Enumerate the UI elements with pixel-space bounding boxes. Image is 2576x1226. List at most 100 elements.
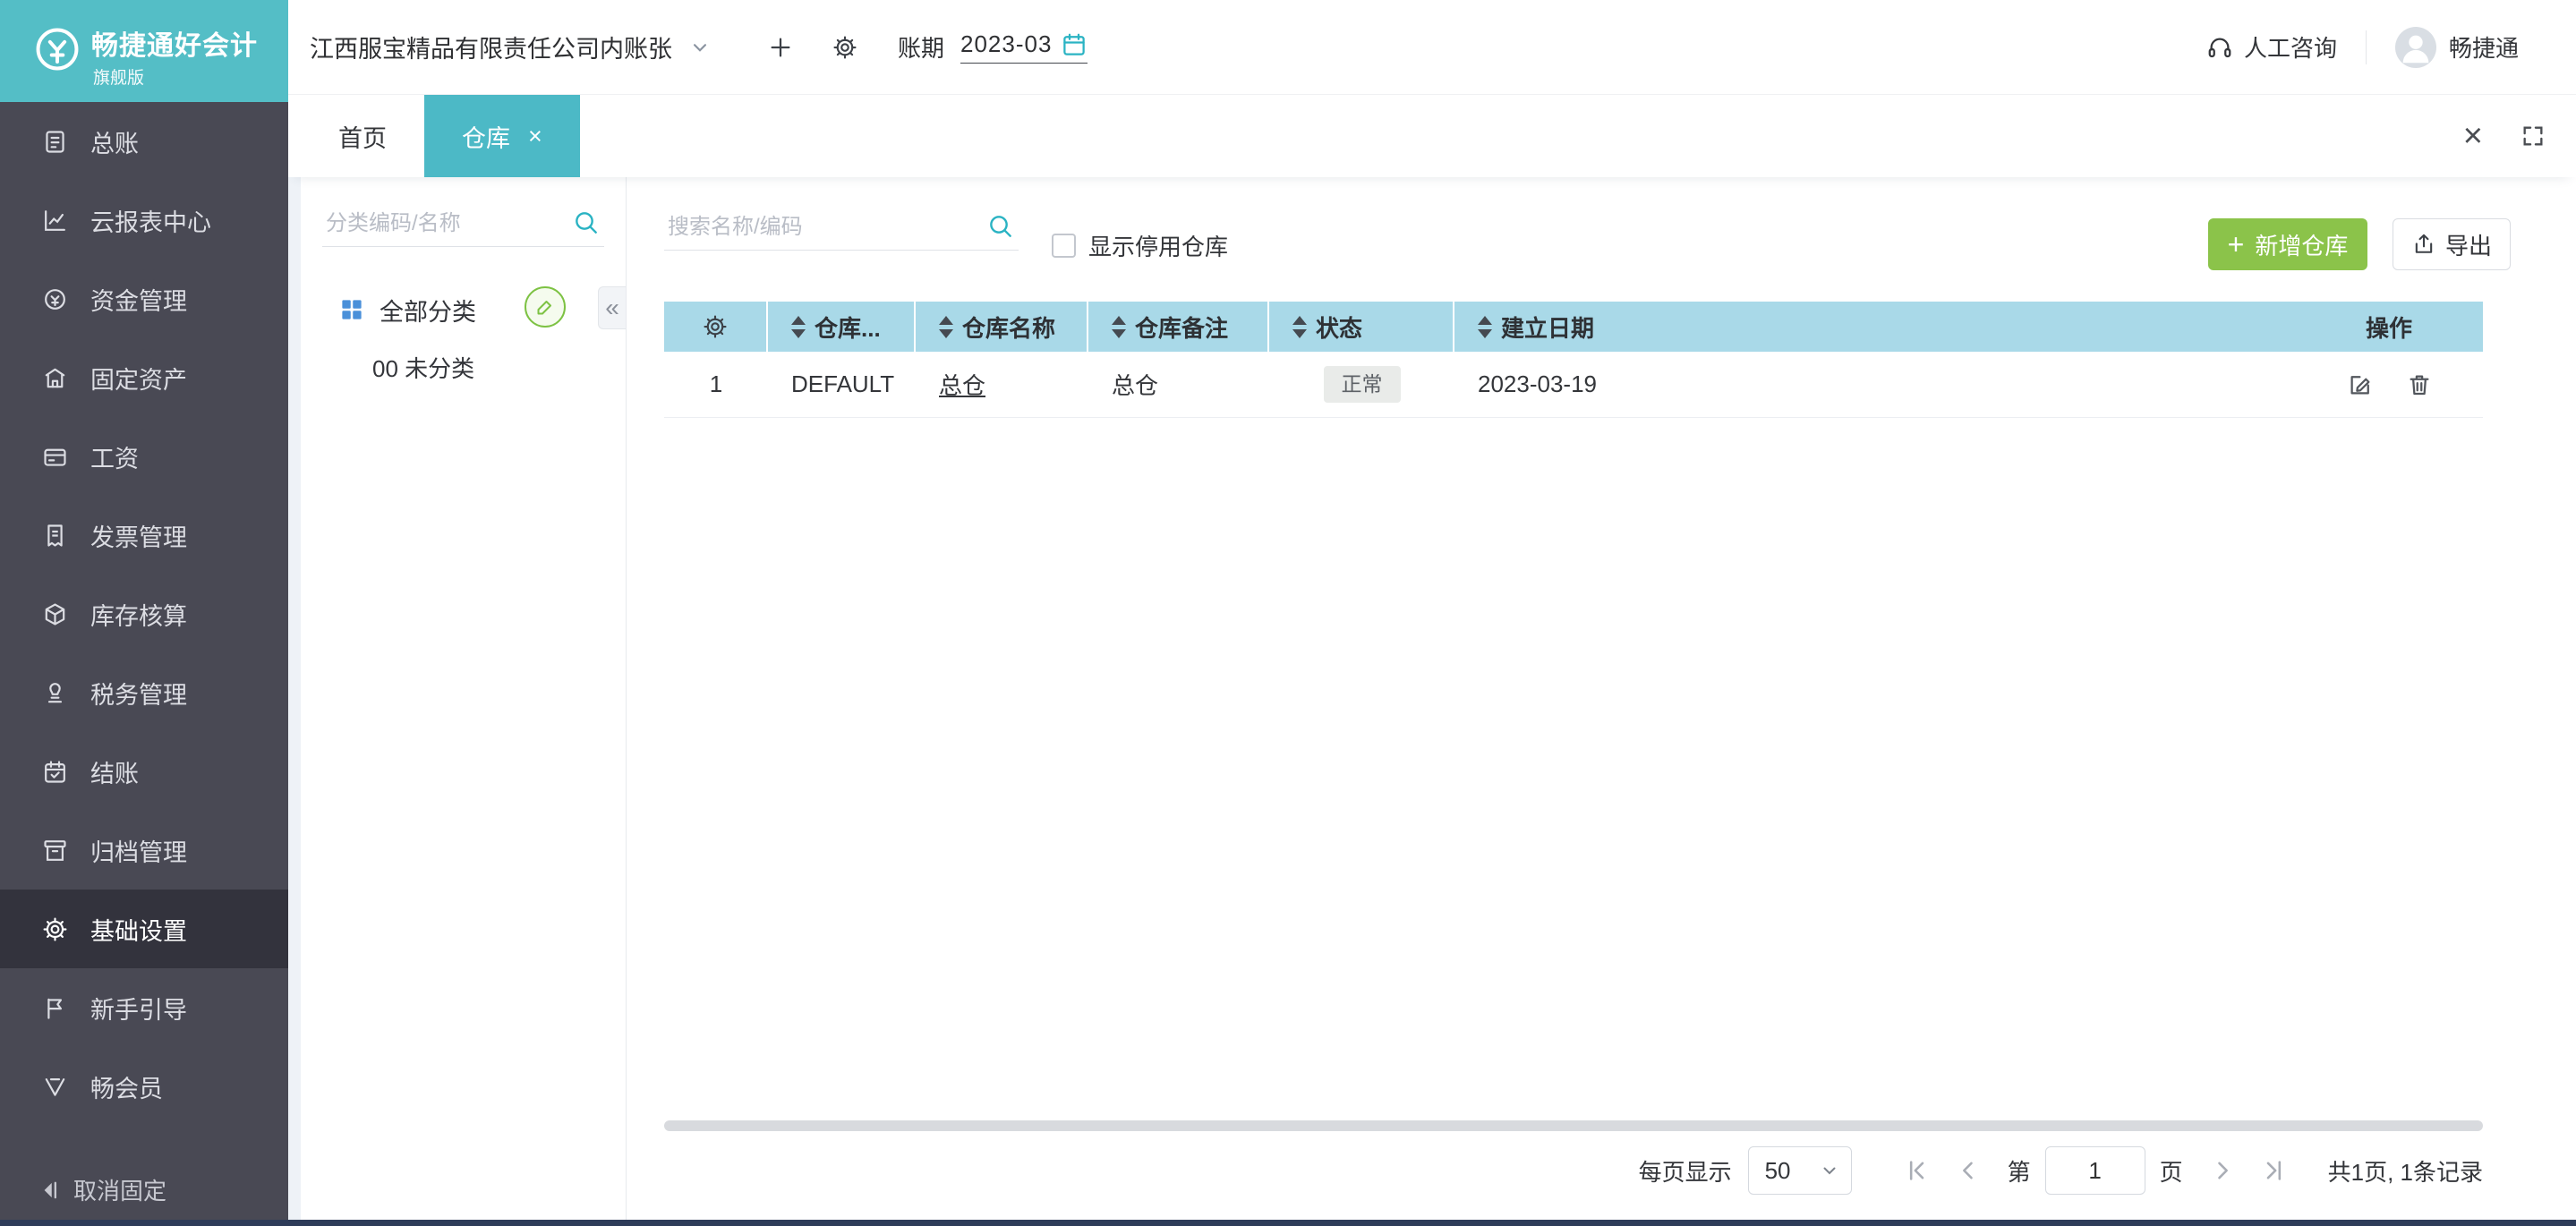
export-button[interactable]: 导出 (2393, 218, 2512, 270)
account-settings-button[interactable] (832, 34, 858, 61)
pagination: 每页显示 50 第 页 (664, 1145, 2483, 1196)
sort-icon[interactable] (939, 315, 953, 338)
last-page-button[interactable] (2262, 1158, 2287, 1183)
next-page-button[interactable] (2210, 1158, 2235, 1183)
edit-categories-button[interactable] (525, 286, 566, 328)
sidebar-item-beginner-guide[interactable]: 新手引导 (0, 968, 288, 1047)
category-search-input[interactable] (322, 200, 604, 246)
view-controls: × (2463, 95, 2546, 177)
chevron-down-icon (1823, 1167, 1836, 1175)
sidebar-item-cloud-reports[interactable]: 云报表中心 (0, 181, 288, 260)
support-button[interactable]: 人工咨询 (2206, 30, 2337, 64)
search-icon[interactable] (986, 212, 1015, 241)
sidebar-item-label: 新手引导 (90, 996, 187, 1024)
gear-icon (704, 315, 727, 338)
period-label: 账期 (898, 35, 945, 62)
sidebar-nav: 总账 云报表中心 资金管理 固定资产 工资 发票管理 库存核算 税务管理 结账 … (0, 102, 288, 1126)
status-badge: 正常 (1323, 366, 1401, 403)
first-page-button[interactable] (1904, 1158, 1929, 1183)
collapse-panel-button[interactable]: « (598, 286, 626, 329)
record-summary: 共1页, 1条记录 (2327, 1158, 2483, 1186)
header-label: 仓库... (815, 314, 881, 342)
stamp-icon (47, 682, 63, 702)
topbar: 江西服宝精品有限责任公司内账张 账期 2023-03 人工咨询 畅捷通 (288, 0, 2576, 95)
sidebar-item-invoices[interactable]: 发票管理 (0, 496, 288, 575)
chevron-down-icon (693, 43, 707, 52)
header-created-date[interactable]: 建立日期 (1454, 302, 2295, 352)
warehouse-table: 仓库... 仓库名称 仓库备注 状态 建立日期 操作 1 DEFAULT 总仓 … (664, 302, 2483, 418)
sidebar-item-basic-settings[interactable]: 基础设置 (0, 890, 288, 968)
tab-warehouse[interactable]: 仓库 × (424, 95, 580, 177)
period-selector[interactable]: 2023-03 (960, 30, 1088, 64)
header-warehouse-note[interactable]: 仓库备注 (1088, 302, 1269, 352)
horizontal-scrollbar[interactable] (664, 1120, 2483, 1131)
sidebar-item-tax[interactable]: 税务管理 (0, 653, 288, 732)
sidebar-item-label: 归档管理 (90, 839, 187, 866)
close-view-icon[interactable]: × (2463, 119, 2483, 153)
tab-label: 仓库 (462, 124, 510, 152)
v-member-icon (45, 1077, 65, 1096)
header-warehouse-name[interactable]: 仓库名称 (916, 302, 1088, 352)
category-panel: 全部分类 « 00 未分类 (301, 177, 627, 1226)
sidebar-item-payroll[interactable]: 工资 (0, 417, 288, 496)
tab-bar: 首页 仓库 × × (288, 95, 2576, 177)
sidebar-item-inventory[interactable]: 库存核算 (0, 575, 288, 653)
tab-close-icon[interactable]: × (528, 123, 542, 149)
search-icon[interactable] (572, 209, 601, 237)
header-label: 建立日期 (1501, 314, 1595, 342)
edit-row-icon[interactable] (2347, 371, 2374, 398)
per-page-value: 50 (1764, 1156, 1791, 1184)
user-name[interactable]: 畅捷通 (2449, 30, 2519, 64)
category-item-uncategorized[interactable]: 00 未分类 (372, 351, 474, 384)
collapse-icon: « (605, 294, 619, 321)
sidebar-item-label: 畅会员 (90, 1075, 163, 1103)
sidebar-item-label: 结账 (90, 760, 139, 788)
sort-icon[interactable] (1478, 315, 1492, 338)
ledger-icon (46, 130, 64, 153)
export-icon (2415, 234, 2433, 253)
header-warehouse-code[interactable]: 仓库... (768, 302, 916, 352)
warehouse-name-link[interactable]: 总仓 (939, 368, 985, 401)
per-page-select[interactable]: 50 (1747, 1146, 1852, 1195)
sort-icon[interactable] (1292, 315, 1307, 338)
user-avatar[interactable] (2394, 26, 2436, 68)
table-row[interactable]: 1 DEFAULT 总仓 总仓 正常 2023-03-19 (664, 352, 2483, 418)
plus-icon (771, 38, 790, 56)
delete-row-icon[interactable] (2406, 371, 2433, 398)
column-settings-button[interactable] (664, 302, 768, 352)
fullscreen-icon[interactable] (2521, 123, 2546, 149)
pencil-icon (537, 301, 551, 315)
sort-icon[interactable] (791, 315, 806, 338)
header-status[interactable]: 状态 (1269, 302, 1454, 352)
company-name: 江西服宝精品有限责任公司内账张 (310, 36, 672, 63)
all-categories-label: 全部分类 (380, 298, 476, 326)
gear-icon (833, 35, 857, 59)
divider (2365, 30, 2367, 64)
sort-icon[interactable] (1112, 315, 1126, 338)
sidebar-item-archive[interactable]: 归档管理 (0, 811, 288, 890)
card-icon (44, 448, 66, 466)
sidebar-item-member[interactable]: 畅会员 (0, 1047, 288, 1126)
support-label: 人工咨询 (2243, 35, 2337, 62)
person-icon (2402, 35, 2429, 63)
sidebar-item-label: 资金管理 (90, 287, 187, 315)
company-selector[interactable]: 江西服宝精品有限责任公司内账张 (310, 30, 712, 64)
sidebar-item-funds[interactable]: 资金管理 (0, 260, 288, 338)
tab-home[interactable]: 首页 (301, 95, 424, 177)
headset-icon (2208, 38, 2231, 57)
app-window: 畅捷通好会计 旗舰版 总账 云报表中心 资金管理 固定资产 工资 发票管理 库存… (0, 0, 2576, 1226)
show-disabled-toggle[interactable]: 显示停用仓库 (1052, 229, 1228, 262)
header-label: 仓库名称 (962, 314, 1056, 342)
sidebar-item-closing[interactable]: 结账 (0, 732, 288, 811)
sidebar-item-fixed-assets[interactable]: 固定资产 (0, 338, 288, 417)
sidebar-item-general-ledger[interactable]: 总账 (0, 102, 288, 181)
warehouse-search-input[interactable] (664, 204, 1019, 250)
prev-page-button[interactable] (1956, 1158, 1981, 1183)
all-categories-item[interactable]: 全部分类 (338, 288, 476, 331)
main-panel: 显示停用仓库 + 新增仓库 导出 仓库... (627, 177, 2576, 1226)
add-warehouse-button[interactable]: + 新增仓库 (2208, 218, 2367, 270)
add-account-button[interactable] (767, 34, 794, 61)
unpin-sidebar-button[interactable]: 取消固定 (38, 1173, 166, 1206)
page-number-input[interactable] (2044, 1146, 2145, 1195)
checkbox-icon[interactable] (1052, 234, 1076, 258)
